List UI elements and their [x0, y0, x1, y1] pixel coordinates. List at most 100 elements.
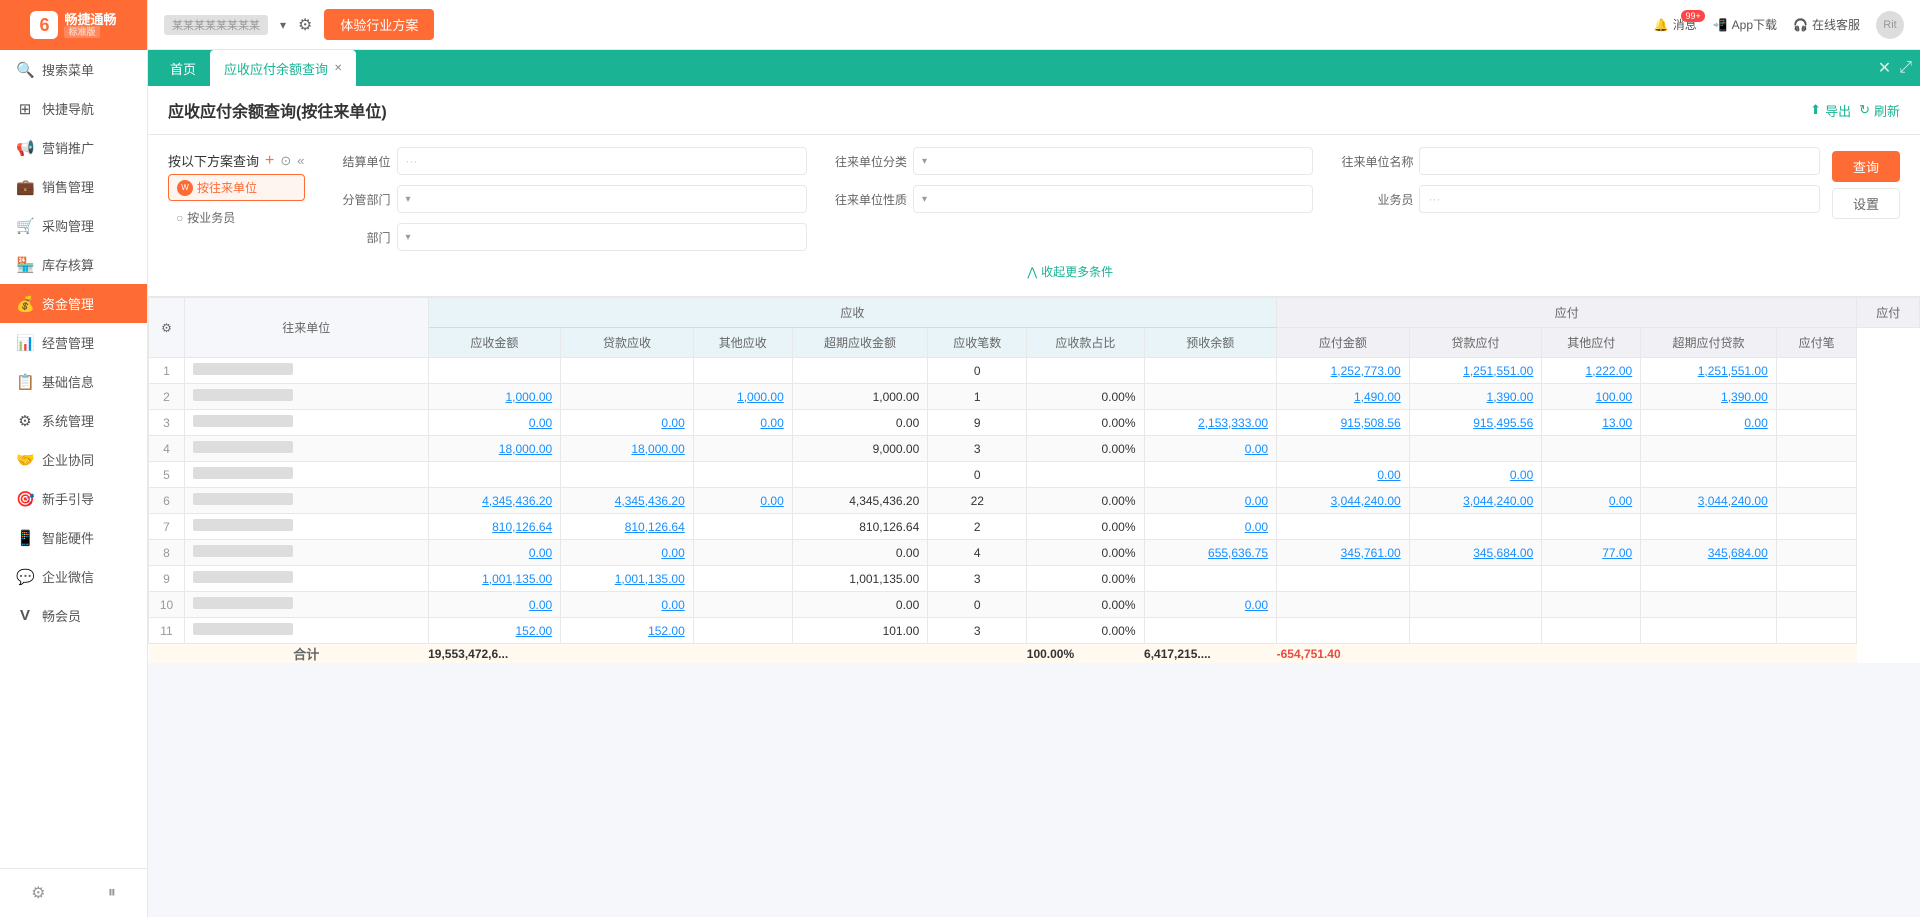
- scheme-partner-item[interactable]: W 按往来单位: [168, 174, 305, 201]
- table-cell[interactable]: 1,001,135.00: [561, 566, 694, 592]
- table-cell[interactable]: 810,126.64: [428, 514, 561, 540]
- export-button[interactable]: ⬆ 导出: [1810, 101, 1851, 120]
- table-cell[interactable]: 0.00: [428, 592, 561, 618]
- table-cell[interactable]: [561, 358, 694, 384]
- sidebar-item-operation[interactable]: 📊 经营管理: [0, 323, 147, 362]
- table-cell[interactable]: 100.00: [1542, 384, 1641, 410]
- table-cell[interactable]: 0.00: [1641, 410, 1777, 436]
- table-cell[interactable]: [1542, 462, 1641, 488]
- table-cell[interactable]: [1277, 566, 1410, 592]
- table-cell[interactable]: 18,000.00: [561, 436, 694, 462]
- breadcrumb-dropdown[interactable]: ▾: [280, 18, 286, 32]
- table-cell[interactable]: [1641, 592, 1777, 618]
- table-cell[interactable]: [693, 436, 792, 462]
- table-cell[interactable]: [1641, 436, 1777, 462]
- sidebar-item-marketing[interactable]: 📢 营销推广: [0, 128, 147, 167]
- sidebar-item-basic[interactable]: 📋 基础信息: [0, 362, 147, 401]
- table-cell[interactable]: 0.00: [1144, 514, 1277, 540]
- sidebar-item-search[interactable]: 🔍 搜索菜单: [0, 50, 147, 89]
- table-cell[interactable]: [693, 618, 792, 644]
- table-cell[interactable]: [1542, 436, 1641, 462]
- filter-jiesuan-input[interactable]: ···: [397, 147, 807, 175]
- table-cell[interactable]: 3,044,240.00: [1409, 488, 1542, 514]
- table-cell[interactable]: 1,222.00: [1542, 358, 1641, 384]
- table-cell[interactable]: [561, 462, 694, 488]
- table-cell[interactable]: 152.00: [428, 618, 561, 644]
- table-cell[interactable]: 915,508.56: [1277, 410, 1410, 436]
- tab-close-icon[interactable]: ✕: [334, 63, 342, 74]
- gear-icon[interactable]: ⚙: [298, 15, 312, 35]
- table-cell[interactable]: 0.00: [428, 410, 561, 436]
- settings-button[interactable]: 设置: [1832, 188, 1900, 219]
- app-download-action[interactable]: 📲 App下载: [1713, 16, 1777, 33]
- table-cell[interactable]: 1,390.00: [1641, 384, 1777, 410]
- trial-button[interactable]: 体验行业方案: [324, 9, 434, 40]
- table-cell[interactable]: 0.00: [1409, 462, 1542, 488]
- notifications-action[interactable]: 🔔 消息 99+: [1654, 16, 1697, 33]
- table-cell[interactable]: 3,044,240.00: [1641, 488, 1777, 514]
- sidebar-item-hardware[interactable]: 📱 智能硬件: [0, 518, 147, 557]
- sidebar-item-member[interactable]: V 畅会员: [0, 596, 147, 635]
- table-cell[interactable]: 345,761.00: [1277, 540, 1410, 566]
- table-cell[interactable]: 1,251,551.00: [1641, 358, 1777, 384]
- table-cell[interactable]: [693, 462, 792, 488]
- sidebar-item-quick[interactable]: ⊞ 快捷导航: [0, 89, 147, 128]
- table-cell[interactable]: [1144, 462, 1277, 488]
- table-cell[interactable]: [561, 384, 694, 410]
- table-cell[interactable]: [1144, 384, 1277, 410]
- table-cell[interactable]: [428, 358, 561, 384]
- table-cell[interactable]: [1277, 618, 1410, 644]
- table-cell[interactable]: [1277, 514, 1410, 540]
- table-cell[interactable]: [1409, 618, 1542, 644]
- table-cell[interactable]: 0.00: [1144, 436, 1277, 462]
- table-cell[interactable]: 4,345,436.20: [561, 488, 694, 514]
- filter-salesman-input[interactable]: ···: [1419, 185, 1819, 213]
- table-cell[interactable]: [1277, 436, 1410, 462]
- table-cell[interactable]: [1641, 618, 1777, 644]
- table-cell[interactable]: [1144, 566, 1277, 592]
- table-cell[interactable]: [693, 540, 792, 566]
- table-cell[interactable]: 13.00: [1542, 410, 1641, 436]
- tab-fullscreen[interactable]: ⤢: [1899, 59, 1912, 77]
- table-cell[interactable]: [1409, 436, 1542, 462]
- table-cell[interactable]: 345,684.00: [1641, 540, 1777, 566]
- table-cell[interactable]: 0.00: [1542, 488, 1641, 514]
- table-cell[interactable]: 0.00: [428, 540, 561, 566]
- table-cell[interactable]: 1,390.00: [1409, 384, 1542, 410]
- table-cell[interactable]: 0.00: [693, 410, 792, 436]
- table-cell[interactable]: 655,636.75: [1144, 540, 1277, 566]
- table-cell[interactable]: [693, 358, 792, 384]
- sidebar-item-guide[interactable]: 🎯 新手引导: [0, 479, 147, 518]
- table-cell[interactable]: [1409, 592, 1542, 618]
- table-cell[interactable]: 77.00: [1542, 540, 1641, 566]
- table-cell[interactable]: [428, 462, 561, 488]
- table-cell[interactable]: [693, 566, 792, 592]
- table-cell[interactable]: 0.00: [1144, 488, 1277, 514]
- table-cell[interactable]: [693, 592, 792, 618]
- sidebar-item-system[interactable]: ⚙ 系统管理: [0, 401, 147, 440]
- table-cell[interactable]: 1,252,773.00: [1277, 358, 1410, 384]
- sidebar-item-finance[interactable]: 💰 资金管理: [0, 284, 147, 323]
- scheme-salesman-item[interactable]: ○ 按业务员: [168, 205, 305, 230]
- table-cell[interactable]: 1,490.00: [1277, 384, 1410, 410]
- tab-close-window[interactable]: ✕: [1878, 58, 1891, 78]
- sidebar-settings-btn[interactable]: ⚙: [21, 877, 55, 909]
- table-settings-icon[interactable]: ⚙: [161, 321, 172, 335]
- online-service-action[interactable]: 🎧 在线客服: [1793, 16, 1860, 33]
- sidebar-item-inventory[interactable]: 🏪 库存核算: [0, 245, 147, 284]
- sidebar-item-purchase[interactable]: 🛒 采购管理: [0, 206, 147, 245]
- filter-wanglai-nature-select[interactable]: ▾: [913, 185, 1314, 213]
- table-cell[interactable]: 3,044,240.00: [1277, 488, 1410, 514]
- table-cell[interactable]: 810,126.64: [561, 514, 694, 540]
- table-cell[interactable]: 915,495.56: [1409, 410, 1542, 436]
- query-button[interactable]: 查询: [1832, 151, 1900, 182]
- filter-collapse-btn[interactable]: ⋀ 收起更多条件: [321, 259, 1820, 284]
- table-cell[interactable]: 0.00: [693, 488, 792, 514]
- user-action[interactable]: Rit: [1876, 11, 1904, 39]
- table-cell[interactable]: 0.00: [1277, 462, 1410, 488]
- table-cell[interactable]: 345,684.00: [1409, 540, 1542, 566]
- table-cell[interactable]: 1,000.00: [693, 384, 792, 410]
- table-cell[interactable]: [1542, 514, 1641, 540]
- table-cell[interactable]: 0.00: [561, 540, 694, 566]
- filter-wanglai-name-input[interactable]: [1419, 147, 1819, 175]
